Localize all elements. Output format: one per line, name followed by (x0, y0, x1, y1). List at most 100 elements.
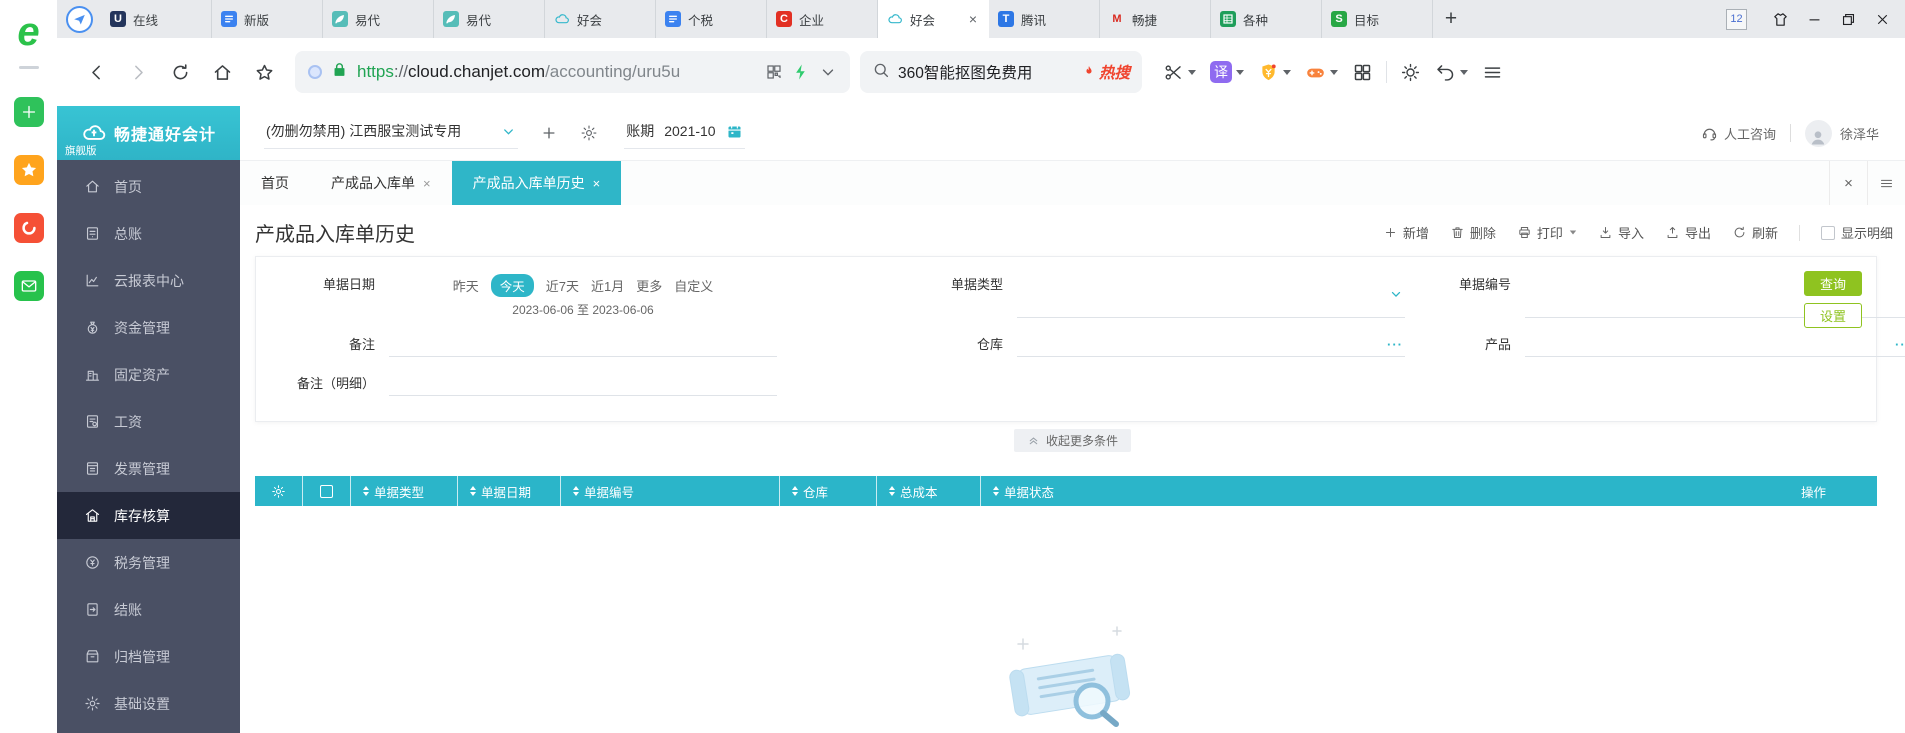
date-option[interactable]: 自定义 (674, 276, 713, 295)
column-header-6[interactable]: 单据状态 (981, 476, 1750, 506)
account-settings-gear-icon[interactable] (580, 124, 598, 142)
memo-input[interactable] (389, 333, 777, 357)
close-button[interactable] (1865, 0, 1899, 38)
browser-tab-11[interactable]: 各种 (1211, 0, 1322, 38)
restore-button[interactable] (1831, 0, 1865, 38)
menu-icon[interactable] (1475, 51, 1510, 93)
skin-shirt-icon[interactable] (1763, 0, 1797, 38)
select-all-cell[interactable] (303, 476, 351, 506)
wallet-shield-icon[interactable] (1251, 51, 1298, 93)
undo-icon[interactable] (1428, 51, 1475, 93)
brightness-sun-icon[interactable] (1393, 51, 1428, 93)
browser-tab-8[interactable]: 好会 × (878, 0, 989, 38)
browser-tab-7[interactable]: C 企业 (767, 0, 878, 38)
sidebar-item-asset[interactable]: 固定资产 (57, 351, 240, 398)
screenshot-scissors-icon[interactable] (1156, 51, 1203, 93)
sidebar-item-ledger[interactable]: 总账 (57, 210, 240, 257)
dock-favorites-star-icon[interactable] (13, 155, 44, 185)
tab-close-icon[interactable]: × (967, 11, 979, 27)
browser-tab-5[interactable]: 好会 (545, 0, 656, 38)
date-option[interactable]: 更多 (636, 276, 662, 295)
show-detail-toggle[interactable]: 显示明细 (1820, 223, 1893, 242)
settings-button[interactable]: 设置 (1804, 303, 1862, 328)
table-settings-gear-icon[interactable] (255, 476, 303, 506)
site-info-icon[interactable] (308, 65, 322, 79)
new-tab-button[interactable]: + (1433, 0, 1469, 38)
hot-search-badge[interactable]: 热搜 (1081, 61, 1130, 83)
url-text[interactable]: https://cloud.chanjet.com/accounting/uru… (357, 62, 756, 82)
sidebar-item-funds[interactable]: 资金管理 (57, 304, 240, 351)
refresh-button[interactable]: 刷新 (1732, 223, 1778, 242)
sidebar-item-closing[interactable]: 结账 (57, 586, 240, 633)
column-header-2[interactable]: 单据日期 (458, 476, 561, 506)
browser-tab-6[interactable]: 个税 (656, 0, 767, 38)
sidebar-item-tax[interactable]: 税务管理 (57, 539, 240, 586)
reload-icon[interactable] (159, 51, 201, 93)
add-account-button[interactable] (540, 124, 558, 142)
dock-mail-icon[interactable] (13, 271, 44, 301)
sidebar-item-guide[interactable]: 新手引导 (57, 727, 240, 733)
select-all-checkbox[interactable] (320, 484, 333, 498)
browser-tab-9[interactable]: T 腾讯 (989, 0, 1100, 38)
column-header-5[interactable]: 总成本 (877, 476, 981, 506)
ellipsis-icon[interactable]: ··· (1895, 338, 1905, 351)
period-selector[interactable]: 账期 2021-10 (624, 117, 745, 149)
sidebar-item-invoice[interactable]: 发票管理 (57, 445, 240, 492)
sidebar-item-home[interactable]: 首页 (57, 163, 240, 210)
translate-icon[interactable]: 译 (1203, 51, 1251, 93)
user-menu[interactable]: 徐泽华 (1804, 119, 1879, 147)
browser-tab-3[interactable]: 易代 (323, 0, 434, 38)
support-link[interactable]: 人工咨询 (1701, 124, 1776, 143)
collapse-conditions-button[interactable]: 收起更多条件 (1013, 429, 1131, 452)
app-tab-3[interactable]: 产成品入库单历史 × (451, 161, 622, 205)
trash-button[interactable]: 删除 (1450, 223, 1496, 242)
date-option[interactable]: 近1月 (591, 276, 624, 295)
speed-bolt-icon[interactable] (792, 63, 810, 81)
column-header-4[interactable]: 仓库 (780, 476, 877, 506)
memo-detail-input[interactable] (389, 372, 777, 396)
sidebar-item-settings[interactable]: 基础设置 (57, 680, 240, 727)
home-icon[interactable] (201, 51, 243, 93)
browser-tab-1[interactable]: U 在线 (101, 0, 212, 38)
app-brand[interactable]: 畅捷通好会计 旗舰版 (57, 106, 240, 160)
warehouse-select[interactable]: ··· (1017, 333, 1405, 357)
sidebar-item-archive[interactable]: 归档管理 (57, 633, 240, 680)
close-tabs-button[interactable]: × (1829, 161, 1867, 205)
tab-close-icon[interactable]: × (423, 176, 431, 191)
address-dropdown-icon[interactable] (819, 63, 837, 81)
company-selector[interactable]: (勿删勿禁用) 江西服宝测试专用 (264, 117, 519, 149)
import-button[interactable]: 导入 (1598, 223, 1644, 242)
browser-tab-10[interactable]: M 畅捷 (1100, 0, 1211, 38)
app-tab-1[interactable]: 首页 (240, 161, 310, 205)
tab-count-badge[interactable]: 12 (1726, 8, 1747, 30)
browser-e-logo-icon[interactable]: e (17, 10, 39, 54)
games-gamepad-icon[interactable] (1298, 51, 1345, 93)
tab-close-icon[interactable]: × (593, 176, 601, 191)
ellipsis-icon[interactable]: ··· (1387, 338, 1403, 351)
sidebar-item-salary[interactable]: 工资 (57, 398, 240, 445)
forward-icon[interactable] (117, 51, 159, 93)
browser-tab-12[interactable]: S 目标 (1322, 0, 1433, 38)
back-icon[interactable] (75, 51, 117, 93)
date-option[interactable]: 昨天 (453, 276, 479, 295)
apps-grid-icon[interactable] (1345, 51, 1380, 93)
sidebar-item-report[interactable]: 云报表中心 (57, 257, 240, 304)
show-detail-checkbox[interactable] (1820, 225, 1835, 240)
column-header-3[interactable]: 单据编号 (561, 476, 780, 506)
dock-assistant-plus-icon[interactable] (13, 97, 44, 127)
browser-nav-button[interactable] (57, 0, 101, 38)
browser-tab-2[interactable]: 新版 (212, 0, 323, 38)
address-bar[interactable]: https://cloud.chanjet.com/accounting/uru… (295, 51, 850, 93)
tab-list-icon[interactable] (1867, 161, 1905, 205)
sidebar-item-inventory[interactable]: 库存核算 (57, 492, 240, 539)
minimize-button[interactable] (1797, 0, 1831, 38)
product-select[interactable]: ··· (1525, 333, 1905, 357)
search-suggestion[interactable]: 360智能抠图免费用 (898, 61, 1073, 83)
browser-tab-4[interactable]: 易代 (434, 0, 545, 38)
date-option[interactable]: 今天 (490, 273, 534, 297)
column-header-1[interactable]: 单据类型 (351, 476, 458, 506)
plus-button[interactable]: 新增 (1383, 223, 1429, 242)
export-button[interactable]: 导出 (1665, 223, 1711, 242)
favorite-star-icon[interactable] (243, 51, 285, 93)
date-option[interactable]: 近7天 (546, 276, 579, 295)
